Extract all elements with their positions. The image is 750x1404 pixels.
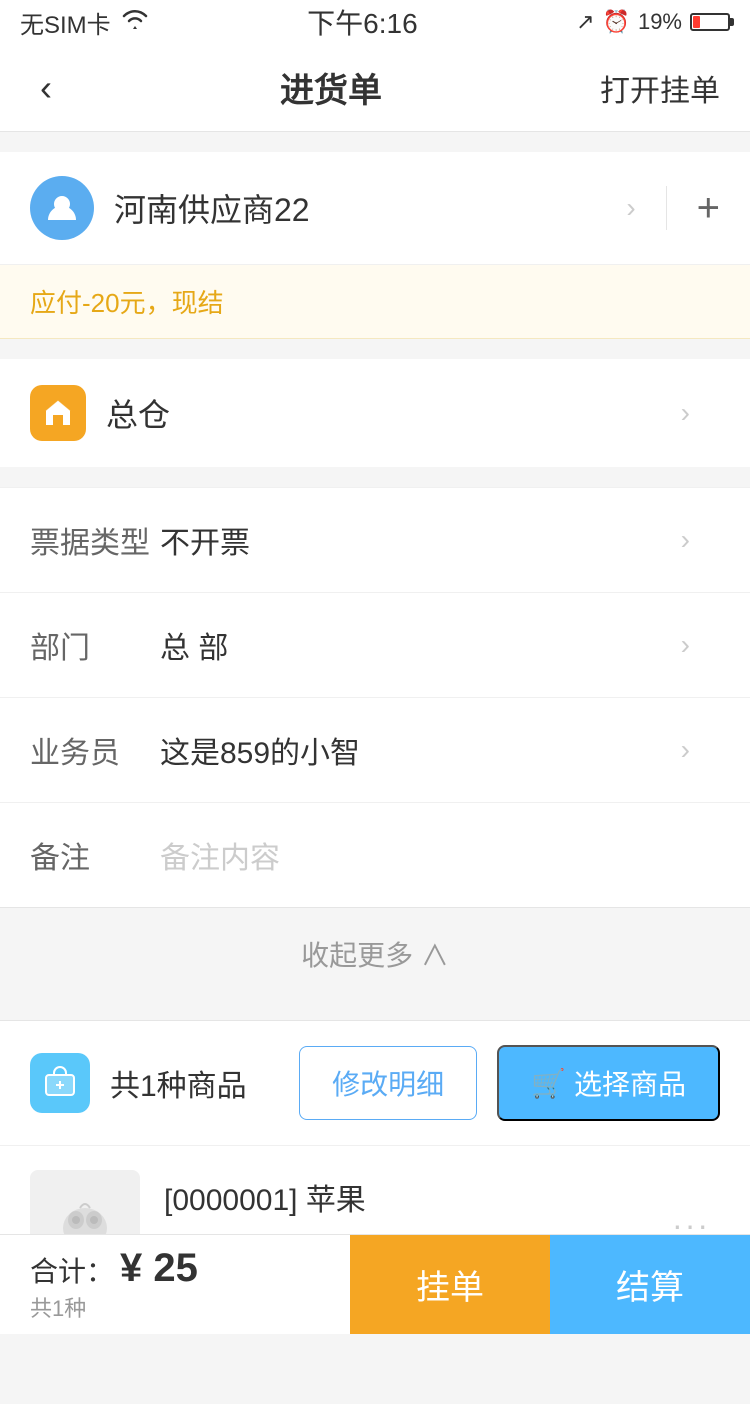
status-bar: 无SIM卡 下午6:16 ↗ ⏰ 19%	[0, 0, 750, 44]
back-button[interactable]: ‹	[30, 57, 62, 119]
gap-3	[0, 467, 750, 487]
dept-value: 总 部	[160, 623, 681, 667]
battery-icon	[690, 13, 730, 31]
supplier-card: 河南供应商22 › + 应付-20元，现结	[0, 152, 750, 339]
warehouse-chevron: ›	[681, 397, 690, 429]
hang-button[interactable]: 挂单	[350, 1235, 550, 1334]
nav-bar: ‹ 进货单 打开挂单	[0, 44, 750, 132]
location-icon: ↗	[576, 9, 594, 35]
dept-chevron: ›	[681, 629, 690, 661]
invoice-chevron: ›	[681, 524, 690, 556]
products-icon	[30, 1053, 90, 1113]
dept-label: 部门	[30, 623, 160, 667]
bottom-bar: 合计： ¥ 25 共1种 挂单 结算	[0, 1234, 750, 1334]
warehouse-row[interactable]: 总仓 ›	[0, 359, 750, 467]
total-amount: ¥ 25	[120, 1246, 198, 1291]
product-name: [0000001] 苹果	[164, 1175, 662, 1219]
remark-label: 备注	[30, 833, 160, 877]
page-title: 进货单	[280, 63, 382, 112]
warehouse-icon	[30, 385, 86, 441]
remark-row[interactable]: 备注 备注内容	[0, 802, 750, 907]
checkout-button[interactable]: 结算	[550, 1235, 750, 1334]
total-sub: 共1种	[30, 1291, 320, 1323]
status-left: 无SIM卡	[20, 5, 149, 40]
select-product-button[interactable]: 🛒 选择商品	[497, 1045, 720, 1121]
invoice-value: 不开票	[160, 518, 681, 562]
warehouse-name: 总仓	[106, 390, 681, 436]
invoice-label: 票据类型	[30, 518, 160, 562]
sales-row[interactable]: 业务员 这是859的小智 ›	[0, 697, 750, 802]
supplier-divider	[666, 186, 667, 230]
status-right: ↗ ⏰ 19%	[576, 9, 730, 35]
gap-2	[0, 339, 750, 359]
remark-input[interactable]: 备注内容	[160, 833, 720, 877]
gap-4	[0, 1000, 750, 1020]
products-header: 共1种商品 修改明细 🛒 选择商品	[0, 1020, 750, 1145]
supplier-row[interactable]: 河南供应商22 › +	[0, 152, 750, 265]
sales-label: 业务员	[30, 728, 160, 772]
products-count: 共1种商品	[110, 1061, 279, 1105]
total-label: 合计：	[30, 1250, 114, 1290]
supplier-chevron: ›	[626, 192, 635, 224]
edit-detail-button[interactable]: 修改明细	[299, 1046, 477, 1120]
warehouse-card: 总仓 ›	[0, 359, 750, 467]
carrier-text: 无SIM卡	[20, 5, 111, 40]
supplier-notice: 应付-20元，现结	[0, 265, 750, 339]
wifi-icon	[121, 8, 149, 37]
bottom-summary: 合计： ¥ 25 共1种	[0, 1235, 350, 1334]
status-time: 下午6:16	[307, 2, 418, 42]
add-button[interactable]: +	[697, 186, 720, 231]
collapse-more-button[interactable]: 收起更多 ∧	[0, 907, 750, 1000]
sales-value: 这是859的小智	[160, 728, 681, 772]
alarm-icon: ⏰	[603, 9, 630, 35]
total-row: 合计： ¥ 25	[30, 1246, 320, 1291]
supplier-name: 河南供应商22	[114, 185, 626, 231]
open-hang-button[interactable]: 打开挂单	[600, 66, 720, 110]
select-product-icon: 🛒	[531, 1067, 566, 1100]
battery-percent: 19%	[638, 9, 682, 35]
gap-1	[0, 132, 750, 152]
supplier-avatar	[30, 176, 94, 240]
sales-chevron: ›	[681, 734, 690, 766]
dept-row[interactable]: 部门 总 部 ›	[0, 592, 750, 697]
invoice-row[interactable]: 票据类型 不开票 ›	[0, 487, 750, 592]
form-card: 票据类型 不开票 › 部门 总 部 › 业务员 这是859的小智 › 备注 备注…	[0, 487, 750, 907]
